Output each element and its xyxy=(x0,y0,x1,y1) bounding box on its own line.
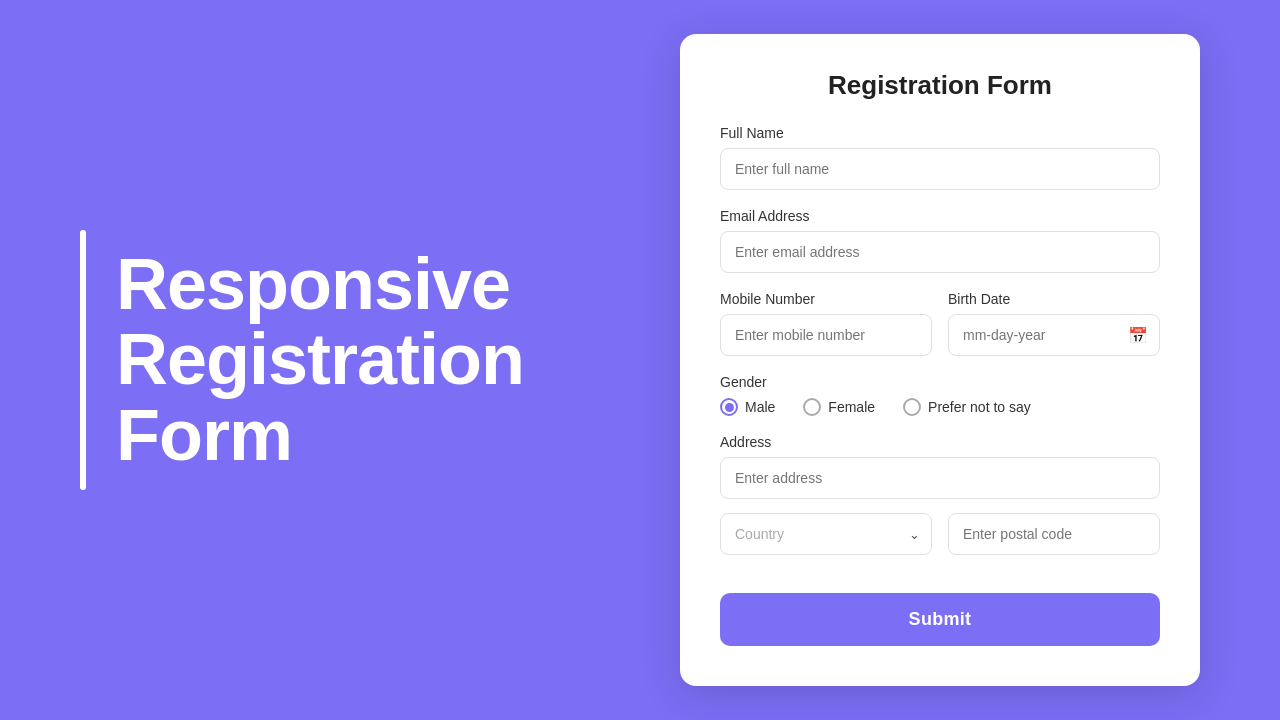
gender-female-option[interactable]: Female xyxy=(803,398,875,416)
mobile-birthdate-row: Mobile Number Birth Date 📅 xyxy=(720,291,1160,374)
radio-female-circle xyxy=(803,398,821,416)
country-select-wrapper: Country United States United Kingdom Can… xyxy=(720,513,932,555)
address-group: Address Country United States United Kin… xyxy=(720,434,1160,555)
gender-options: Male Female Prefer not to say xyxy=(720,398,1160,416)
country-select[interactable]: Country United States United Kingdom Can… xyxy=(720,513,932,555)
form-card: Registration Form Full Name Email Addres… xyxy=(680,34,1200,686)
full-name-label: Full Name xyxy=(720,125,1160,141)
submit-button[interactable]: Submit xyxy=(720,593,1160,646)
birth-date-label: Birth Date xyxy=(948,291,1160,307)
gender-male-option[interactable]: Male xyxy=(720,398,775,416)
date-wrapper: 📅 xyxy=(948,314,1160,356)
email-group: Email Address xyxy=(720,208,1160,273)
mobile-group: Mobile Number xyxy=(720,291,932,356)
email-label: Email Address xyxy=(720,208,1160,224)
birth-date-input[interactable] xyxy=(948,314,1160,356)
gender-male-label: Male xyxy=(745,399,775,415)
left-panel: Responsive Registration Form xyxy=(0,170,620,550)
hero-heading: Responsive Registration Form xyxy=(116,247,560,474)
email-input[interactable] xyxy=(720,231,1160,273)
gender-label: Gender xyxy=(720,374,1160,390)
mobile-input[interactable] xyxy=(720,314,932,356)
radio-male-dot xyxy=(725,403,734,412)
gender-group: Gender Male Female Prefer not to say xyxy=(720,374,1160,416)
full-name-group: Full Name xyxy=(720,125,1160,190)
gender-female-label: Female xyxy=(828,399,875,415)
gender-prefer-not-label: Prefer not to say xyxy=(928,399,1031,415)
full-name-input[interactable] xyxy=(720,148,1160,190)
address-bottom-row: Country United States United Kingdom Can… xyxy=(720,513,1160,555)
radio-male-circle xyxy=(720,398,738,416)
address-input[interactable] xyxy=(720,457,1160,499)
right-panel: Registration Form Full Name Email Addres… xyxy=(620,14,1280,706)
postal-code-wrapper xyxy=(948,513,1160,555)
mobile-label: Mobile Number xyxy=(720,291,932,307)
address-label: Address xyxy=(720,434,1160,450)
birth-date-group: Birth Date 📅 xyxy=(948,291,1160,356)
radio-prefer-not-circle xyxy=(903,398,921,416)
postal-code-input[interactable] xyxy=(948,513,1160,555)
gender-prefer-not-option[interactable]: Prefer not to say xyxy=(903,398,1031,416)
left-border-decoration xyxy=(80,230,86,490)
form-title: Registration Form xyxy=(720,70,1160,101)
